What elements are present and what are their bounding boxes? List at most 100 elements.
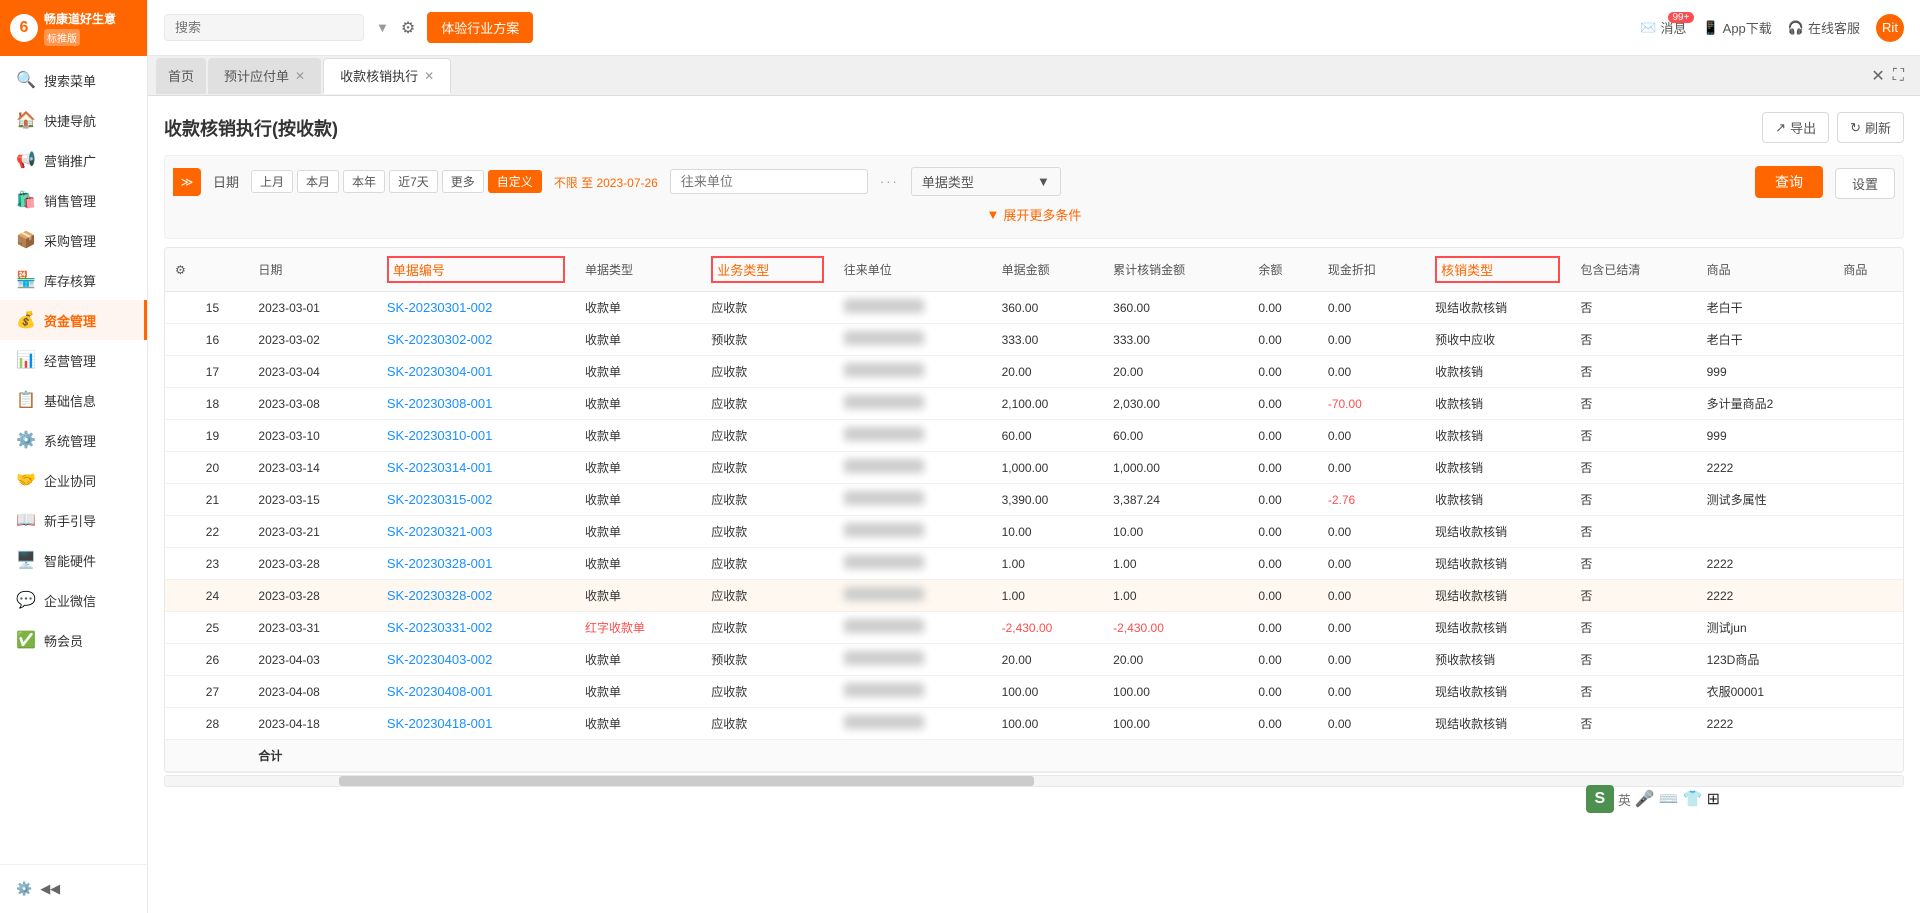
sidebar-item-enterprise[interactable]: 🤝 企业协同 [0, 460, 147, 500]
table-cell[interactable] [165, 644, 196, 676]
topbar-gear-icon[interactable]: ⚙ [401, 18, 415, 38]
filter-more-btn[interactable]: 更多 [442, 170, 484, 193]
bill-no-link[interactable]: SK-20230308-001 [387, 396, 493, 411]
table-cell[interactable]: SK-20230304-001 [377, 356, 575, 388]
tab-prepay[interactable]: 预计应付单 ✕ [208, 58, 321, 94]
table-cell[interactable]: SK-20230302-002 [377, 324, 575, 356]
table-cell[interactable] [165, 548, 196, 580]
sidebar-item-hardware[interactable]: 🖥️ 智能硬件 [0, 540, 147, 580]
bill-no-link[interactable]: SK-20230304-001 [387, 364, 493, 379]
tab-home[interactable]: 首页 [156, 58, 206, 94]
table-cell[interactable]: SK-20230315-002 [377, 484, 575, 516]
table-row[interactable]: 282023-04-18SK-20230418-001收款单应收款100.001… [165, 708, 1903, 740]
table-cell[interactable] [165, 356, 196, 388]
app-download-btn[interactable]: 📱 App下载 [1702, 18, 1771, 37]
bill-no-link[interactable]: SK-20230408-001 [387, 684, 493, 699]
sidebar-item-system[interactable]: ⚙️ 系统管理 [0, 420, 147, 460]
table-row[interactable]: 212023-03-15SK-20230315-002收款单应收款3,390.0… [165, 484, 1903, 516]
table-cell[interactable] [165, 676, 196, 708]
sidebar-item-operation[interactable]: 📊 经营管理 [0, 340, 147, 380]
sidebar-item-marketing[interactable]: 📢 营销推广 [0, 140, 147, 180]
bill-no-link[interactable]: SK-20230302-002 [387, 332, 493, 347]
table-cell[interactable] [165, 420, 196, 452]
sidebar-item-basic[interactable]: 📋 基础信息 [0, 380, 147, 420]
refresh-btn[interactable]: ↻ 刷新 [1837, 112, 1904, 143]
messages-btn[interactable]: ✉️ 消息 99+ [1640, 18, 1686, 37]
bill-no-link[interactable]: SK-20230331-002 [387, 620, 493, 635]
table-cell[interactable]: SK-20230403-002 [377, 644, 575, 676]
bill-no-link[interactable]: SK-20230321-003 [387, 524, 493, 539]
table-cell[interactable]: SK-20230408-001 [377, 676, 575, 708]
sidebar-item-shortcut[interactable]: 🏠 快捷导航 [0, 100, 147, 140]
sidebar-item-finance[interactable]: 💰 资金管理 [0, 300, 147, 340]
table-cell[interactable] [165, 580, 196, 612]
bill-no-link[interactable]: SK-20230328-001 [387, 556, 493, 571]
table-cell[interactable] [165, 452, 196, 484]
table-row[interactable]: 242023-03-28SK-20230328-002收款单应收款1.001.0… [165, 580, 1903, 612]
table-cell[interactable]: SK-20230328-002 [377, 580, 575, 612]
table-cell[interactable]: SK-20230310-001 [377, 420, 575, 452]
filter-receipt-type[interactable]: 单据类型 ▼ [911, 167, 1061, 196]
table-row[interactable]: 182023-03-08SK-20230308-001收款单应收款2,100.0… [165, 388, 1903, 420]
bill-no-link[interactable]: SK-20230403-002 [387, 652, 493, 667]
table-cell[interactable] [165, 484, 196, 516]
tab-collection[interactable]: 收款核销执行 ✕ [323, 58, 451, 94]
table-cell[interactable] [165, 292, 196, 324]
sidebar-item-wechat[interactable]: 💬 企业微信 [0, 580, 147, 620]
sidebar-item-purchase[interactable]: 📦 采购管理 [0, 220, 147, 260]
table-row[interactable]: 222023-03-21SK-20230321-003收款单应收款10.0010… [165, 516, 1903, 548]
table-row[interactable]: 172023-03-04SK-20230304-001收款单应收款20.0020… [165, 356, 1903, 388]
filter-this-month-btn[interactable]: 本月 [297, 170, 339, 193]
tab-prepay-close[interactable]: ✕ [295, 69, 305, 83]
tab-collection-close[interactable]: ✕ [424, 69, 434, 83]
table-row[interactable]: 192023-03-10SK-20230310-001收款单应收款60.0060… [165, 420, 1903, 452]
filter-partner-input[interactable] [670, 169, 868, 194]
industry-solution-btn[interactable]: 体验行业方案 [427, 12, 533, 43]
sidebar-item-inventory[interactable]: 🏪 库存核算 [0, 260, 147, 300]
table-cell[interactable]: SK-20230331-002 [377, 612, 575, 644]
topbar-search-input[interactable] [164, 14, 364, 41]
table-row[interactable]: 272023-04-08SK-20230408-001收款单应收款100.001… [165, 676, 1903, 708]
bill-no-link[interactable]: SK-20230418-001 [387, 716, 493, 731]
filter-settings-btn[interactable]: 设置 [1835, 168, 1895, 199]
bill-no-link[interactable]: SK-20230310-001 [387, 428, 493, 443]
table-cell[interactable] [165, 708, 196, 740]
sidebar-item-sales[interactable]: 🛍️ 销售管理 [0, 180, 147, 220]
table-row[interactable]: 162023-03-02SK-20230302-002收款单预收款333.003… [165, 324, 1903, 356]
th-gear[interactable]: ⚙ [165, 248, 196, 292]
table-cell[interactable]: SK-20230328-001 [377, 548, 575, 580]
table-row[interactable]: 252023-03-31SK-20230331-002红字收款单应收款-2,43… [165, 612, 1903, 644]
table-cell[interactable]: SK-20230314-001 [377, 452, 575, 484]
table-row[interactable]: 232023-03-28SK-20230328-001收款单应收款1.001.0… [165, 548, 1903, 580]
table-cell[interactable] [165, 388, 196, 420]
filter-query-btn[interactable]: 查询 [1755, 166, 1823, 198]
filter-last-month-btn[interactable]: 上月 [251, 170, 293, 193]
export-btn[interactable]: ↗ 导出 [1762, 112, 1829, 143]
bill-no-link[interactable]: SK-20230328-002 [387, 588, 493, 603]
table-row[interactable]: 152023-03-01SK-20230301-002收款单应收款360.003… [165, 292, 1903, 324]
sidebar-item-guide[interactable]: 📖 新手引导 [0, 500, 147, 540]
sidebar-item-search[interactable]: 🔍 搜索菜单 [0, 60, 147, 100]
user-avatar[interactable]: Rit [1876, 14, 1904, 42]
table-cell[interactable] [165, 612, 196, 644]
bill-no-link[interactable]: SK-20230314-001 [387, 460, 493, 475]
table-cell[interactable]: SK-20230301-002 [377, 292, 575, 324]
sidebar-settings-btn[interactable]: ⚙️ ◀◀ [0, 873, 147, 905]
tab-close-all-icon[interactable]: ✕ [1871, 66, 1884, 86]
tab-expand-icon[interactable]: ⛶ [1893, 67, 1904, 85]
filter-this-year-btn[interactable]: 本年 [343, 170, 385, 193]
table-cell[interactable] [165, 324, 196, 356]
table-cell[interactable]: SK-20230308-001 [377, 388, 575, 420]
expand-more-btn[interactable]: ▼ 展开更多条件 [173, 205, 1895, 224]
table-row[interactable]: 262023-04-03SK-20230403-002收款单预收款20.0020… [165, 644, 1903, 676]
table-cell[interactable] [165, 516, 196, 548]
table-row[interactable]: 202023-03-14SK-20230314-001收款单应收款1,000.0… [165, 452, 1903, 484]
filter-custom-btn[interactable]: 自定义 [488, 170, 542, 193]
sidebar-item-member[interactable]: ✅ 畅会员 [0, 620, 147, 660]
bill-no-link[interactable]: SK-20230315-002 [387, 492, 493, 507]
table-cell[interactable]: SK-20230418-001 [377, 708, 575, 740]
topbar-dropdown-arrow[interactable]: ▼ [376, 20, 389, 35]
filter-expand-btn[interactable]: ≫ [173, 168, 201, 196]
table-cell[interactable]: SK-20230321-003 [377, 516, 575, 548]
filter-7days-btn[interactable]: 近7天 [389, 170, 438, 193]
